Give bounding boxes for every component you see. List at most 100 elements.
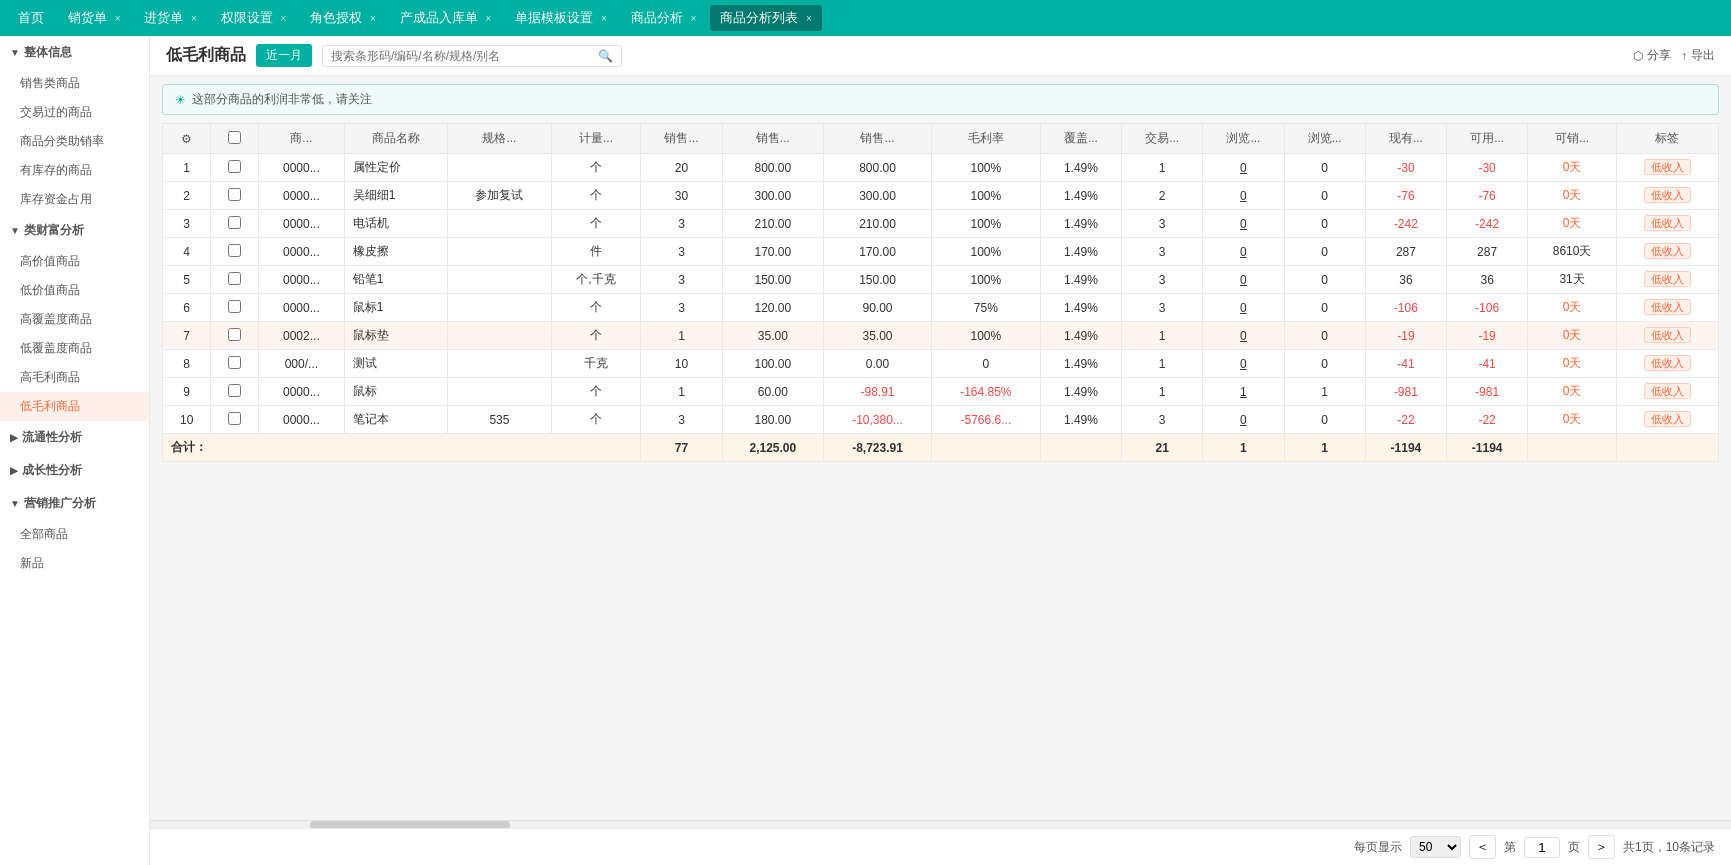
row-views1[interactable]: 0	[1203, 294, 1284, 322]
row-views1[interactable]: 0	[1203, 322, 1284, 350]
row-checkbox[interactable]	[211, 182, 259, 210]
nav-purchase[interactable]: 进货单 ×	[134, 5, 206, 31]
row-views1[interactable]: 0	[1203, 238, 1284, 266]
row-gross-margin: 100%	[931, 238, 1040, 266]
sidebar: ▼ 整体信息 销售类商品 交易过的商品 商品分类助销率 有库存的商品 库存资金占…	[0, 36, 150, 865]
row-checkbox[interactable]	[211, 378, 259, 406]
filter-period-btn[interactable]: 近一月	[256, 44, 312, 67]
export-btn[interactable]: ↑ 导出	[1681, 47, 1715, 64]
row-views1[interactable]: 0	[1203, 406, 1284, 434]
nav-analysis-close[interactable]: ×	[690, 13, 696, 24]
sidebar-item-new-products[interactable]: 新品	[0, 549, 149, 578]
sidebar-item-high-value[interactable]: 高价值商品	[0, 247, 149, 276]
sidebar-group-wealth-label: 类财富分析	[24, 222, 84, 239]
col-unit[interactable]: 计量...	[551, 124, 641, 154]
sidebar-group-circulation[interactable]: ▶ 流通性分析	[0, 421, 149, 454]
col-sales-qty[interactable]: 销售...	[641, 124, 722, 154]
row-views1[interactable]: 0	[1203, 350, 1284, 378]
row-code: 0002...	[259, 322, 345, 350]
nav-sales[interactable]: 销货单 ×	[58, 5, 130, 31]
row-checkbox[interactable]	[211, 154, 259, 182]
row-coverage: 1.49%	[1040, 210, 1121, 238]
share-btn[interactable]: ⬡ 分享	[1633, 47, 1671, 64]
col-views1[interactable]: 浏览...	[1203, 124, 1284, 154]
row-checkbox[interactable]	[211, 210, 259, 238]
row-checkbox[interactable]	[211, 406, 259, 434]
sidebar-item-high-coverage[interactable]: 高覆盖度商品	[0, 305, 149, 334]
row-views1[interactable]: 1	[1203, 378, 1284, 406]
search-icon[interactable]: 🔍	[598, 49, 613, 63]
sidebar-item-category-rate[interactable]: 商品分类助销率	[0, 127, 149, 156]
nav-templates-close[interactable]: ×	[601, 13, 607, 24]
nav-roles[interactable]: 角色授权 ×	[300, 5, 385, 31]
nav-roles-close[interactable]: ×	[370, 13, 376, 24]
nav-home[interactable]: 首页	[8, 5, 54, 31]
search-input[interactable]	[331, 49, 598, 63]
page-input[interactable]	[1524, 837, 1560, 858]
sidebar-item-sales-products[interactable]: 销售类商品	[0, 69, 149, 98]
col-transactions[interactable]: 交易...	[1122, 124, 1203, 154]
sidebar-group-wealth[interactable]: ▼ 类财富分析	[0, 214, 149, 247]
horizontal-scrollbar[interactable]	[150, 820, 1731, 828]
row-checkbox[interactable]	[211, 266, 259, 294]
nav-analysis-list-close[interactable]: ×	[806, 13, 812, 24]
col-sales-amount[interactable]: 销售...	[722, 124, 823, 154]
nav-permissions-close[interactable]: ×	[281, 13, 287, 24]
col-current-stock[interactable]: 现有...	[1365, 124, 1446, 154]
row-views1[interactable]: 0	[1203, 210, 1284, 238]
search-box[interactable]: 🔍	[322, 45, 622, 67]
row-name: 电话机	[344, 210, 448, 238]
nav-templates[interactable]: 单据模板设置 ×	[505, 5, 616, 31]
col-spec[interactable]: 规格...	[448, 124, 552, 154]
sidebar-item-low-margin[interactable]: 低毛利商品	[0, 392, 149, 421]
row-tag: 低收入	[1616, 322, 1718, 350]
col-code[interactable]: 商...	[259, 124, 345, 154]
col-views2[interactable]: 浏览...	[1284, 124, 1365, 154]
top-nav: 首页 销货单 × 进货单 × 权限设置 × 角色授权 × 产成品入库单 × 单据…	[0, 0, 1731, 36]
sidebar-item-low-coverage[interactable]: 低覆盖度商品	[0, 334, 149, 363]
col-name[interactable]: 商品名称	[344, 124, 448, 154]
row-views2: 0	[1284, 182, 1365, 210]
col-checkbox[interactable]	[211, 124, 259, 154]
row-sales-amount: 35.00	[722, 322, 823, 350]
row-views1[interactable]: 0	[1203, 154, 1284, 182]
sidebar-group-growth[interactable]: ▶ 成长性分析	[0, 454, 149, 487]
nav-products-close[interactable]: ×	[486, 13, 492, 24]
col-tag[interactable]: 标签	[1616, 124, 1718, 154]
sidebar-item-in-stock[interactable]: 有库存的商品	[0, 156, 149, 185]
row-checkbox[interactable]	[211, 294, 259, 322]
sidebar-item-traded[interactable]: 交易过的商品	[0, 98, 149, 127]
col-gear[interactable]: ⚙	[163, 124, 211, 154]
row-sellable-days: 31天	[1528, 266, 1617, 294]
sidebar-item-high-margin[interactable]: 高毛利商品	[0, 363, 149, 392]
select-all-checkbox[interactable]	[228, 131, 241, 144]
col-gross-margin[interactable]: 毛利率	[931, 124, 1040, 154]
row-checkbox[interactable]	[211, 238, 259, 266]
sidebar-item-all-products[interactable]: 全部商品	[0, 520, 149, 549]
sidebar-item-low-value[interactable]: 低价值商品	[0, 276, 149, 305]
nav-sales-close[interactable]: ×	[115, 13, 121, 24]
col-sellable-days[interactable]: 可销...	[1528, 124, 1617, 154]
page-size-select[interactable]: 50 100 200	[1410, 836, 1461, 858]
data-table: ⚙ 商... 商品名称 规格... 计量... 销售... 销售... 销售..…	[162, 123, 1719, 462]
row-views1[interactable]: 0	[1203, 266, 1284, 294]
row-views1[interactable]: 0	[1203, 182, 1284, 210]
next-page-btn[interactable]: ＞	[1588, 835, 1615, 859]
row-checkbox[interactable]	[211, 322, 259, 350]
row-transactions: 3	[1122, 210, 1203, 238]
sidebar-group-marketing[interactable]: ▼ 营销推广分析	[0, 487, 149, 520]
col-coverage[interactable]: 覆盖...	[1040, 124, 1121, 154]
nav-purchase-close[interactable]: ×	[191, 13, 197, 24]
nav-analysis[interactable]: 商品分析 ×	[621, 5, 706, 31]
col-available-stock[interactable]: 可用...	[1447, 124, 1528, 154]
nav-products[interactable]: 产成品入库单 ×	[390, 5, 501, 31]
sidebar-group-overall[interactable]: ▼ 整体信息	[0, 36, 149, 69]
row-transactions: 2	[1122, 182, 1203, 210]
col-sales-profit[interactable]: 销售...	[824, 124, 932, 154]
row-no: 4	[163, 238, 211, 266]
prev-page-btn[interactable]: ＜	[1469, 835, 1496, 859]
row-checkbox[interactable]	[211, 350, 259, 378]
nav-analysis-list[interactable]: 商品分析列表 ×	[710, 5, 821, 31]
nav-permissions[interactable]: 权限设置 ×	[211, 5, 296, 31]
sidebar-item-capital[interactable]: 库存资金占用	[0, 185, 149, 214]
